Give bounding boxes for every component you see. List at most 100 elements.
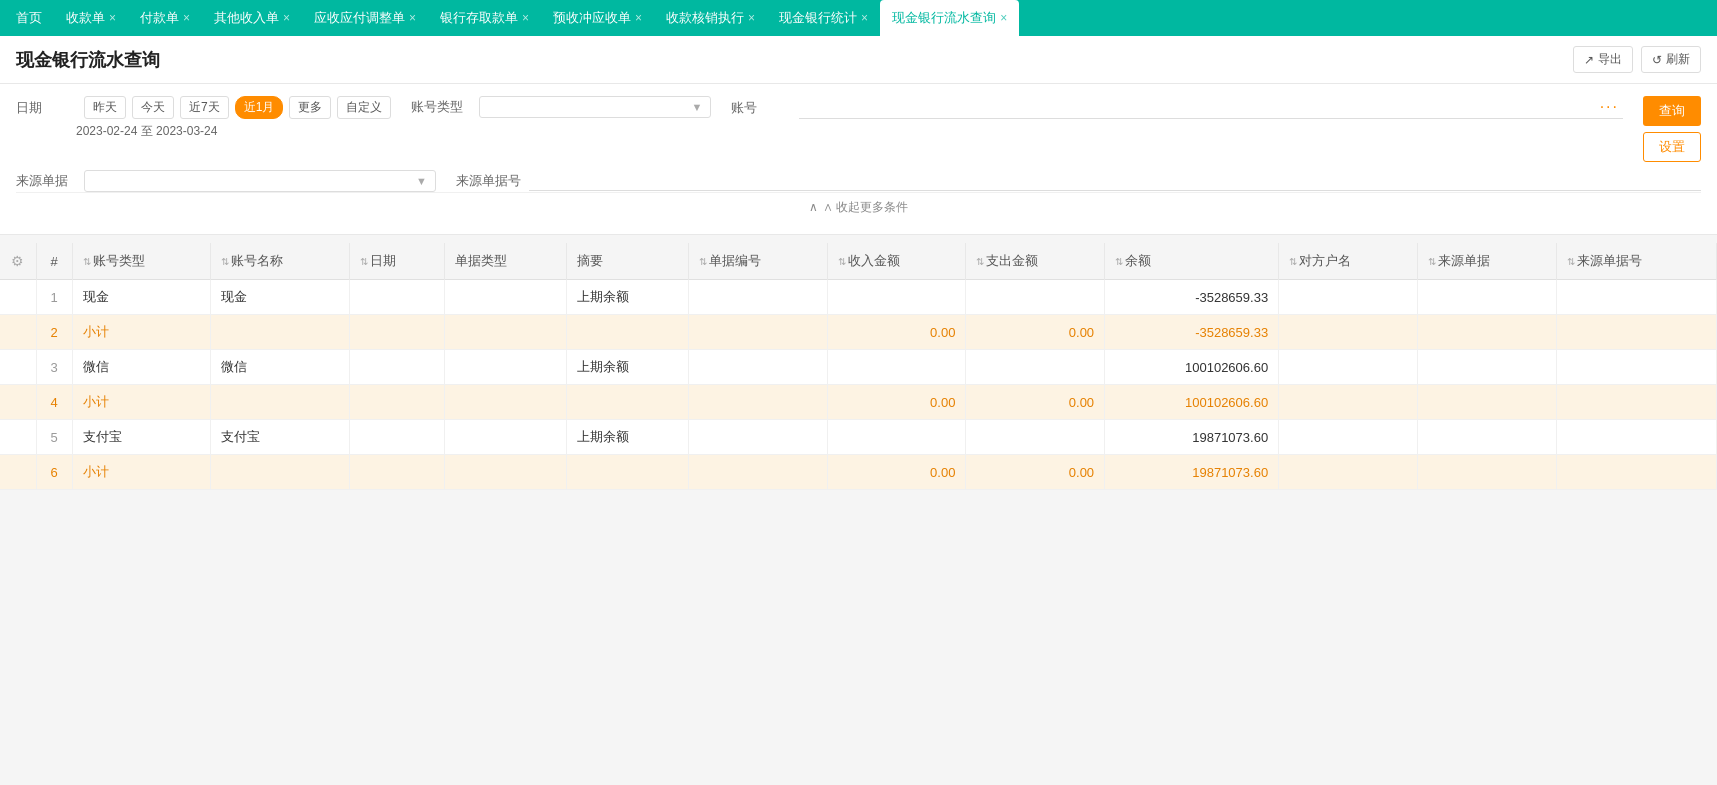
close-icon[interactable]: ×	[283, 11, 290, 25]
chevron-down-icon: ▼	[691, 101, 702, 113]
row-account-name	[211, 385, 350, 420]
row-counterparty	[1279, 455, 1418, 490]
date-filter-group: 日期 昨天 今天 近7天 近1月 更多 自定义 2023-02-24 至 202…	[16, 96, 391, 140]
row-income	[827, 420, 966, 455]
top-nav: 首页 收款单 × 付款单 × 其他收入单 × 应收应付调整单 × 银行存取款单 …	[0, 0, 1717, 36]
column-gear: ⚙	[0, 243, 36, 280]
gear-icon[interactable]: ⚙	[11, 253, 24, 269]
row-account-name: 支付宝	[211, 420, 350, 455]
column-income[interactable]: ⇅收入金额	[827, 243, 966, 280]
row-source-doc	[1417, 385, 1556, 420]
row-source-doc-no	[1556, 315, 1716, 350]
column-balance[interactable]: ⇅余额	[1105, 243, 1279, 280]
nav-adjust[interactable]: 应收应付调整单 ×	[302, 0, 428, 36]
nav-payment[interactable]: 付款单 ×	[128, 0, 202, 36]
source-doc-label: 来源单据	[16, 172, 76, 190]
row-account-name: 微信	[211, 350, 350, 385]
column-expense[interactable]: ⇅支出金额	[966, 243, 1105, 280]
row-number: 3	[36, 350, 72, 385]
date-custom[interactable]: 自定义	[337, 96, 391, 119]
date-today[interactable]: 今天	[132, 96, 174, 119]
close-icon[interactable]: ×	[1000, 11, 1007, 25]
close-icon[interactable]: ×	[522, 11, 529, 25]
row-summary: 上期余额	[567, 420, 689, 455]
source-doc-no-input[interactable]	[529, 171, 1701, 191]
account-input-box[interactable]: ···	[799, 96, 1623, 119]
row-doc-no	[689, 455, 828, 490]
column-source-doc[interactable]: ⇅来源单据	[1417, 243, 1556, 280]
row-expense: 0.00	[966, 385, 1105, 420]
account-ellipsis-button[interactable]: ···	[1600, 98, 1619, 116]
refresh-button[interactable]: ↺ 刷新	[1641, 46, 1701, 73]
nav-receipt[interactable]: 收款单 ×	[54, 0, 128, 36]
column-account-type[interactable]: ⇅账号类型	[72, 243, 211, 280]
column-num: #	[36, 243, 72, 280]
close-icon[interactable]: ×	[183, 11, 190, 25]
row-income: 0.00	[827, 385, 966, 420]
row-number: 5	[36, 420, 72, 455]
close-icon[interactable]: ×	[109, 11, 116, 25]
row-account-type: 小计	[72, 455, 211, 490]
collapse-icon: ∧	[809, 200, 818, 214]
row-balance: -3528659.33	[1105, 280, 1279, 315]
row-doc-type	[445, 280, 567, 315]
row-account-name	[211, 455, 350, 490]
row-gear	[0, 280, 36, 315]
row-number: 6	[36, 455, 72, 490]
row-source-doc-no	[1556, 455, 1716, 490]
row-doc-no	[689, 315, 828, 350]
close-icon[interactable]: ×	[748, 11, 755, 25]
collapse-label: ∧ 收起更多条件	[823, 200, 908, 214]
account-label: 账号	[731, 99, 791, 117]
row-source-doc	[1417, 455, 1556, 490]
date-yesterday[interactable]: 昨天	[84, 96, 126, 119]
nav-bank-deposit[interactable]: 银行存取款单 ×	[428, 0, 541, 36]
page-title: 现金银行流水查询	[16, 48, 160, 72]
row-counterparty	[1279, 350, 1418, 385]
refresh-icon: ↺	[1652, 53, 1662, 67]
column-account-name[interactable]: ⇅账号名称	[211, 243, 350, 280]
date-1month[interactable]: 近1月	[235, 96, 284, 119]
nav-cash-flow[interactable]: 现金银行流水查询 ×	[880, 0, 1019, 36]
collapse-bar[interactable]: ∧ ∧ 收起更多条件	[16, 192, 1701, 222]
close-icon[interactable]: ×	[635, 11, 642, 25]
table-body: 1现金现金上期余额-3528659.332小计0.000.00-3528659.…	[0, 280, 1717, 490]
close-icon[interactable]: ×	[409, 11, 416, 25]
date-more[interactable]: 更多	[289, 96, 331, 119]
row-source-doc	[1417, 350, 1556, 385]
date-range: 2023-02-24 至 2023-03-24	[76, 124, 217, 138]
row-date	[349, 420, 444, 455]
row-date	[349, 455, 444, 490]
row-expense: 0.00	[966, 315, 1105, 350]
nav-settlement[interactable]: 收款核销执行 ×	[654, 0, 767, 36]
row-income	[827, 350, 966, 385]
source-doc-select[interactable]: ▼	[84, 170, 436, 192]
row-doc-type	[445, 350, 567, 385]
row-income	[827, 280, 966, 315]
row-doc-no	[689, 280, 828, 315]
row-income: 0.00	[827, 315, 966, 350]
row-account-type: 现金	[72, 280, 211, 315]
row-expense: 0.00	[966, 455, 1105, 490]
nav-home[interactable]: 首页	[4, 0, 54, 36]
close-icon[interactable]: ×	[861, 11, 868, 25]
export-button[interactable]: ↗ 导出	[1573, 46, 1633, 73]
row-balance: 100102606.60	[1105, 385, 1279, 420]
nav-cash-stats[interactable]: 现金银行统计 ×	[767, 0, 880, 36]
date-7days[interactable]: 近7天	[180, 96, 229, 119]
table-row: 5支付宝支付宝上期余额19871073.60	[0, 420, 1717, 455]
column-source-doc-no[interactable]: ⇅来源单据号	[1556, 243, 1716, 280]
column-date[interactable]: ⇅日期	[349, 243, 444, 280]
row-number: 1	[36, 280, 72, 315]
nav-prepay[interactable]: 预收冲应收单 ×	[541, 0, 654, 36]
search-button[interactable]: 查询	[1643, 96, 1701, 126]
source-doc-no-field[interactable]	[533, 173, 1697, 188]
right-buttons: 查询 设置	[1643, 96, 1701, 162]
source-doc-no-filter: 来源单据号	[456, 171, 1701, 191]
column-counterparty[interactable]: ⇅对方户名	[1279, 243, 1418, 280]
account-type-select[interactable]: ▼	[479, 96, 711, 118]
row-account-type: 小计	[72, 315, 211, 350]
column-doc-no[interactable]: ⇅单据编号	[689, 243, 828, 280]
nav-other-income[interactable]: 其他收入单 ×	[202, 0, 302, 36]
setting-button[interactable]: 设置	[1643, 132, 1701, 162]
